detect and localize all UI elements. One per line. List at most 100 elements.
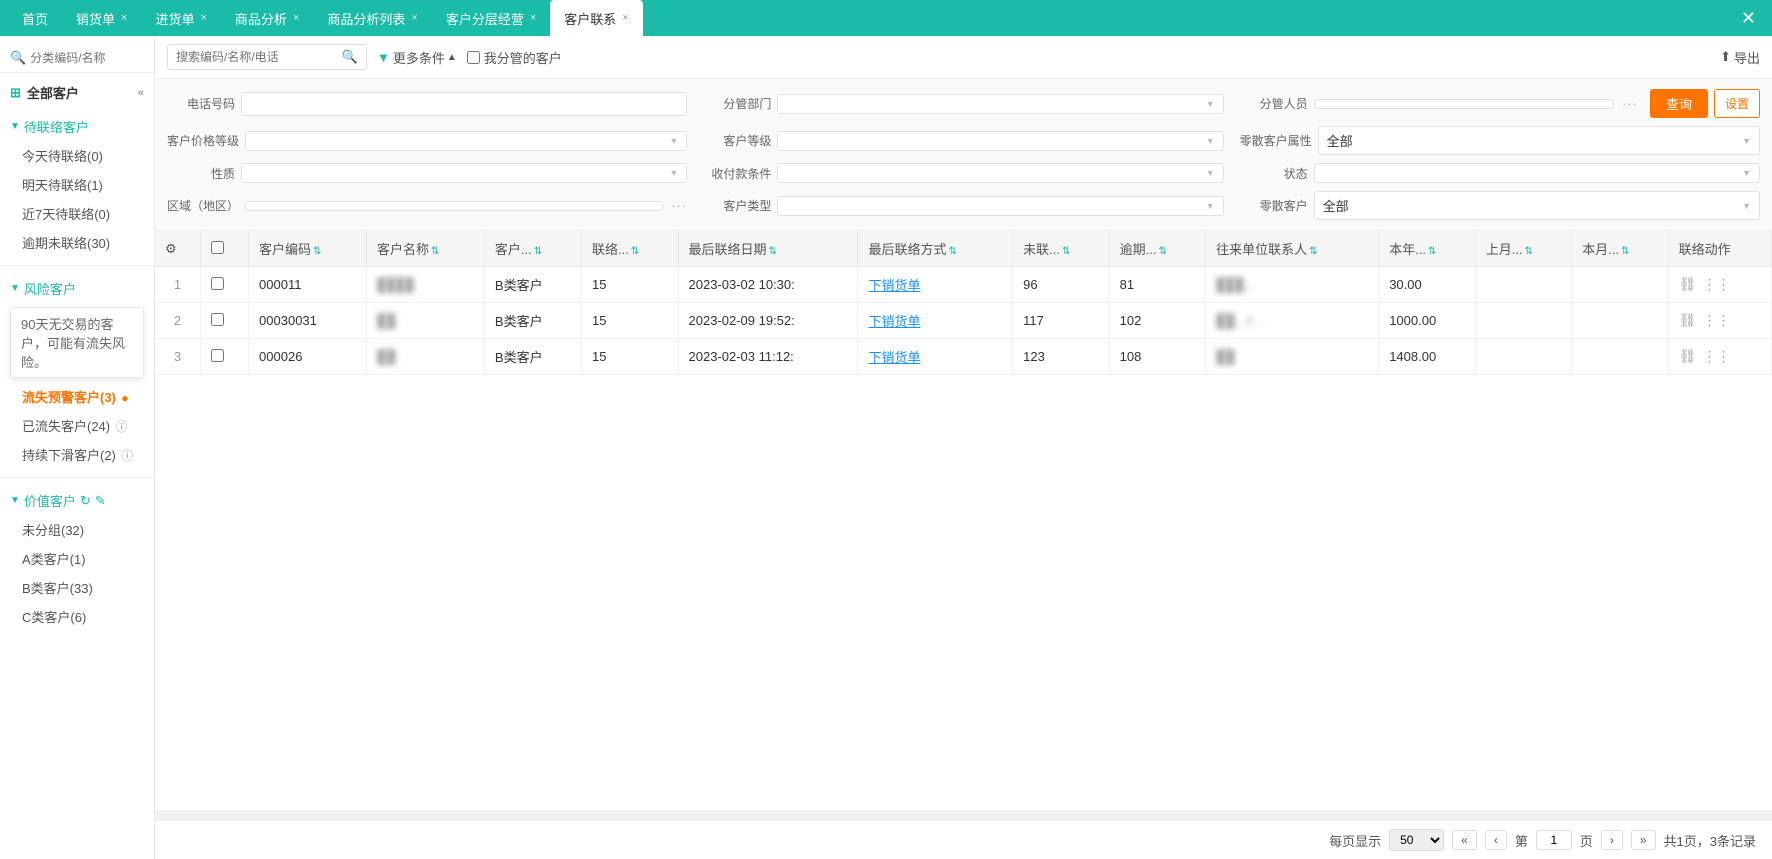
- sidebar-item-tomorrow[interactable]: 明天待联络(1): [0, 170, 154, 199]
- action-menu-icon[interactable]: ⋮⋮: [1702, 312, 1730, 329]
- next-page-button[interactable]: ›: [1601, 830, 1623, 850]
- sidebar-item-ungrouped[interactable]: 未分组(32): [0, 515, 154, 544]
- sort-nc-icon[interactable]: ⇅: [1062, 246, 1070, 257]
- per-page-select[interactable]: 50 100 200: [1389, 829, 1444, 851]
- row-last-date: 2023-03-02 10:30:: [678, 267, 858, 303]
- action-link-icon[interactable]: ⛓: [1679, 348, 1697, 365]
- last-page-button[interactable]: »: [1631, 830, 1656, 850]
- col-settings[interactable]: ⚙: [155, 231, 200, 267]
- tab-purchase-order[interactable]: 进货单 ×: [141, 0, 220, 36]
- sort-tm-icon[interactable]: ⇅: [1621, 246, 1629, 257]
- refresh-icon[interactable]: ↻: [80, 493, 91, 509]
- sort-type-icon[interactable]: ⇅: [534, 246, 542, 257]
- tab-product-analysis[interactable]: 商品分析 ×: [221, 0, 313, 36]
- sidebar-all-customers[interactable]: ⊞ 全部客户 «: [0, 77, 154, 108]
- horizontal-scrollbar[interactable]: [155, 810, 1772, 820]
- sort-name-icon[interactable]: ⇅: [431, 246, 439, 257]
- row-checkbox[interactable]: [211, 349, 224, 362]
- row-last-date: 2023-02-09 19:52:: [678, 303, 858, 339]
- filter-status-select[interactable]: ▼: [1314, 163, 1760, 183]
- close-tab-product-analysis[interactable]: ×: [293, 12, 299, 24]
- tab-product-analysis-list[interactable]: 商品分析列表 ×: [313, 0, 431, 36]
- my-customers-checkbox[interactable]: [467, 51, 480, 64]
- row-last-method[interactable]: 下销货单: [858, 339, 1013, 375]
- person-dots-button[interactable]: ···: [1622, 96, 1638, 111]
- per-page-label: 每页显示: [1329, 831, 1381, 850]
- settings-icon[interactable]: ⚙: [165, 241, 177, 256]
- row-checkbox-cell[interactable]: [200, 267, 248, 303]
- col-last-method: 最后联络方式⇅: [858, 231, 1013, 267]
- query-button[interactable]: 查询: [1650, 89, 1708, 118]
- action-menu-icon[interactable]: ⋮⋮: [1702, 348, 1730, 365]
- region-dots-button[interactable]: ···: [671, 198, 687, 213]
- filter-phone-input[interactable]: [241, 92, 687, 116]
- sidebar-group-value-title[interactable]: ▼ 价值客户 ↻ ✎: [0, 486, 154, 515]
- tab-home[interactable]: 首页: [8, 0, 62, 36]
- sort-ty-icon[interactable]: ⇅: [1428, 246, 1436, 257]
- sidebar-item-c-class[interactable]: C类客户(6): [0, 602, 154, 631]
- filter-search-input[interactable]: [176, 50, 338, 64]
- sort-date-icon[interactable]: ⇅: [769, 246, 777, 257]
- sort-cp-icon[interactable]: ⇅: [1309, 246, 1317, 257]
- sidebar-item-a-class[interactable]: A类客户(1): [0, 544, 154, 573]
- col-checkbox[interactable]: [200, 231, 248, 267]
- edit-icon[interactable]: ✎: [95, 493, 106, 509]
- sort-overdue-icon[interactable]: ⇅: [1158, 246, 1166, 257]
- close-tab-customer-segment[interactable]: ×: [530, 12, 536, 24]
- row-last-method[interactable]: 下销货单: [858, 267, 1013, 303]
- last-method-link[interactable]: 下销货单: [868, 350, 920, 365]
- sidebar-group-pending-title[interactable]: ▼ 待联络客户: [0, 112, 154, 141]
- page-number-input[interactable]: [1536, 830, 1572, 850]
- last-method-link[interactable]: 下销货单: [868, 278, 920, 293]
- sidebar-item-overdue[interactable]: 逾期未联络(30): [0, 228, 154, 257]
- sidebar-item-declining[interactable]: 持续下滑客户(2) ⓘ: [0, 440, 154, 469]
- close-tab-product-analysis-list[interactable]: ×: [411, 12, 417, 24]
- sort-lm-icon[interactable]: ⇅: [1525, 246, 1533, 257]
- row-checkbox-cell[interactable]: [200, 339, 248, 375]
- filter-dept-select[interactable]: ▼: [777, 94, 1223, 114]
- settings-button[interactable]: 设置: [1714, 89, 1760, 118]
- filter-region-select[interactable]: [245, 201, 663, 211]
- filter-customer-type-select[interactable]: ▼: [777, 196, 1223, 216]
- action-link-icon[interactable]: ⛓: [1679, 276, 1697, 293]
- filter-nature-select[interactable]: ▼: [241, 163, 687, 183]
- sidebar-search-input[interactable]: [30, 51, 144, 65]
- row-checkbox[interactable]: [211, 313, 224, 326]
- tab-customer-segment[interactable]: 客户分层经营 ×: [432, 0, 550, 36]
- action-menu-icon[interactable]: ⋮⋮: [1702, 276, 1730, 293]
- sidebar-item-7days[interactable]: 近7天待联络(0): [0, 199, 154, 228]
- first-page-button[interactable]: «: [1452, 830, 1477, 850]
- sort-code-icon[interactable]: ⇅: [313, 246, 321, 257]
- action-link-icon[interactable]: ⛓: [1679, 312, 1697, 329]
- filter-customer-level-select[interactable]: ▼: [777, 131, 1223, 151]
- row-last-method[interactable]: 下销货单: [858, 303, 1013, 339]
- filter-search-icon[interactable]: 🔍: [342, 49, 358, 65]
- row-checkbox[interactable]: [211, 277, 224, 290]
- filter-price-level-select[interactable]: ▼: [245, 131, 687, 151]
- filter-payment-select[interactable]: ▼: [777, 163, 1223, 183]
- filter-more-conditions[interactable]: ▼ 更多条件 ▲: [377, 48, 457, 67]
- sidebar-item-churned[interactable]: 已流失客户(24) ⓘ: [0, 411, 154, 440]
- sort-method-icon[interactable]: ⇅: [948, 246, 956, 257]
- sidebar-item-churn-warning[interactable]: 流失预警客户(3) ●: [0, 382, 154, 411]
- filter-zero-attr-select[interactable]: 全部 ▼: [1318, 126, 1760, 155]
- prev-page-button[interactable]: ‹: [1485, 830, 1507, 850]
- close-tab-customer-contact[interactable]: ×: [622, 12, 628, 24]
- filter-person-select[interactable]: [1314, 99, 1614, 109]
- tab-sales-order[interactable]: 销货单 ×: [62, 0, 141, 36]
- sidebar-item-b-class[interactable]: B类客户(33): [0, 573, 154, 602]
- sort-contact-icon[interactable]: ⇅: [631, 246, 639, 257]
- last-method-link[interactable]: 下销货单: [868, 314, 920, 329]
- filter-my-customers[interactable]: 我分管的客户: [467, 48, 562, 67]
- row-checkbox-cell[interactable]: [200, 303, 248, 339]
- export-button[interactable]: ⬆ 导出: [1720, 48, 1760, 67]
- sidebar-collapse-icon[interactable]: «: [138, 87, 144, 99]
- sidebar-item-today[interactable]: 今天待联络(0): [0, 141, 154, 170]
- window-close-button[interactable]: ✕: [1733, 8, 1764, 29]
- close-tab-purchase-order[interactable]: ×: [200, 12, 206, 24]
- tab-customer-contact[interactable]: 客户联系 ×: [550, 0, 642, 36]
- filter-zero-customer-select[interactable]: 全部 ▼: [1314, 191, 1760, 220]
- close-tab-sales-order[interactable]: ×: [121, 12, 127, 24]
- select-all-checkbox[interactable]: [211, 241, 224, 254]
- sidebar-group-risk-title[interactable]: ▼ 风险客户: [0, 274, 154, 303]
